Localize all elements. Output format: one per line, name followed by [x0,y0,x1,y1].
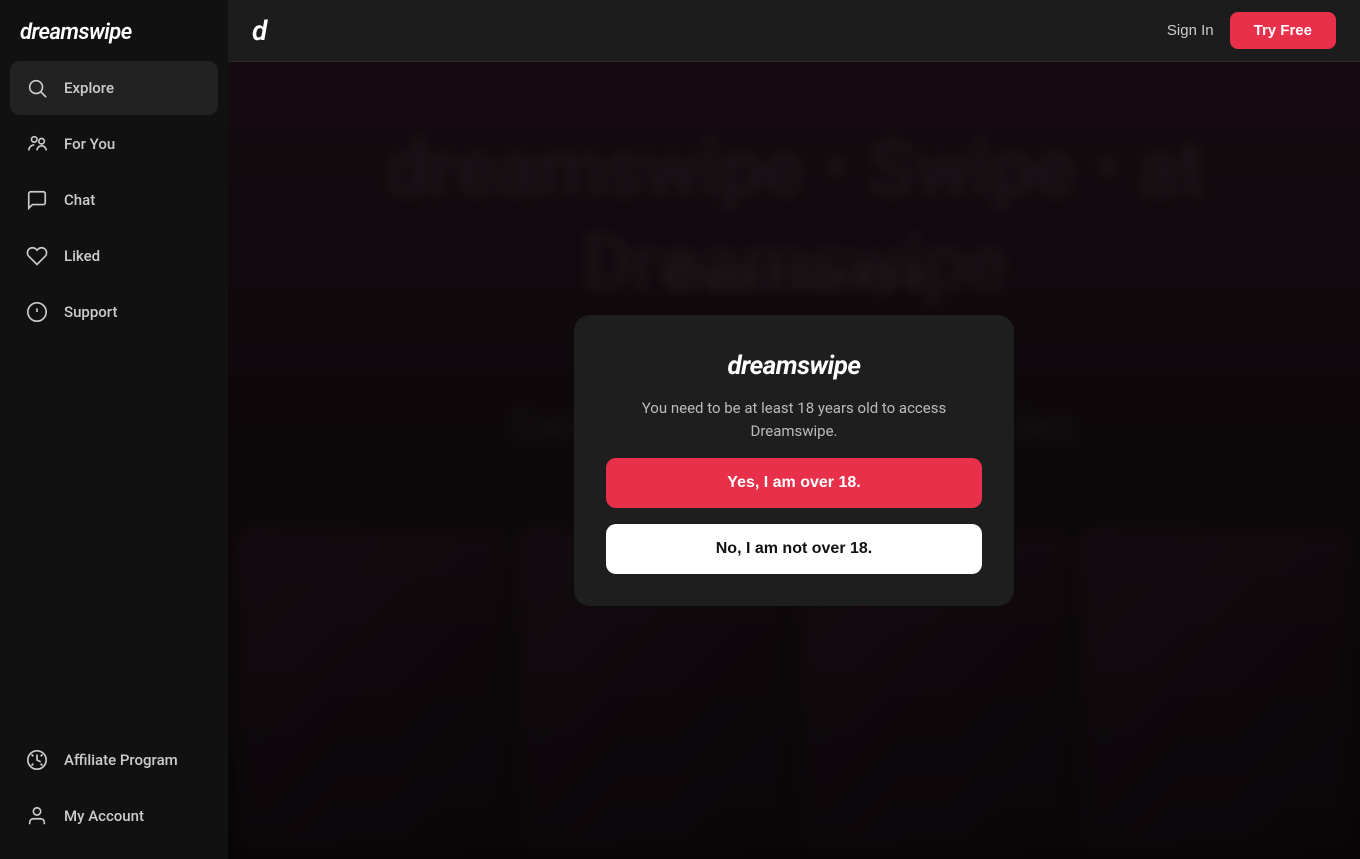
age-verification-modal: dreamswipe You need to be at least 18 ye… [574,315,1014,606]
sidebar-item-liked-label: Liked [64,247,100,265]
content-background: dreamswipe • Swipe • at Dreamswipe dream… [228,62,1360,859]
sidebar-item-my-account[interactable]: My Account [10,789,218,843]
sidebar-item-explore[interactable]: Explore [10,61,218,115]
sidebar-item-support[interactable]: Support [10,285,218,339]
sidebar-item-chat[interactable]: Chat [10,173,218,227]
sidebar-item-affiliate[interactable]: Affiliate Program [10,733,218,787]
main-content: d Sign In Try Free dreamswipe • Swipe • … [228,0,1360,859]
sign-in-button[interactable]: Sign In [1167,22,1214,39]
account-icon [24,803,50,829]
age-confirm-yes-button[interactable]: Yes, I am over 18. [606,458,982,508]
age-verification-overlay: dreamswipe You need to be at least 18 ye… [228,62,1360,859]
try-free-button[interactable]: Try Free [1230,12,1336,49]
sidebar-item-for-you[interactable]: For You [10,117,218,171]
sidebar-item-chat-label: Chat [64,191,95,209]
modal-subtitle: You need to be at least 18 years old to … [606,397,982,442]
age-confirm-no-button[interactable]: No, I am not over 18. [606,524,982,574]
liked-icon [24,243,50,269]
sidebar-item-affiliate-label: Affiliate Program [64,751,178,769]
search-icon [24,75,50,101]
support-icon [24,299,50,325]
sidebar-logo[interactable]: dreamswipe [0,0,228,61]
sidebar-item-liked[interactable]: Liked [10,229,218,283]
sidebar-item-my-account-label: My Account [64,807,144,825]
sidebar-nav: Explore For You Chat [0,61,228,339]
chat-icon [24,187,50,213]
header-logo: d [252,14,1167,47]
sidebar-item-for-you-label: For You [64,135,115,153]
sidebar-item-support-label: Support [64,303,117,321]
modal-title: dreamswipe [727,351,860,381]
sidebar-bottom: Affiliate Program My Account [0,733,228,859]
sidebar: dreamswipe Explore For You [0,0,228,859]
header: d Sign In Try Free [228,0,1360,62]
for-you-icon [24,131,50,157]
sidebar-item-explore-label: Explore [64,79,114,97]
affiliate-icon [24,747,50,773]
header-actions: Sign In Try Free [1167,12,1336,49]
